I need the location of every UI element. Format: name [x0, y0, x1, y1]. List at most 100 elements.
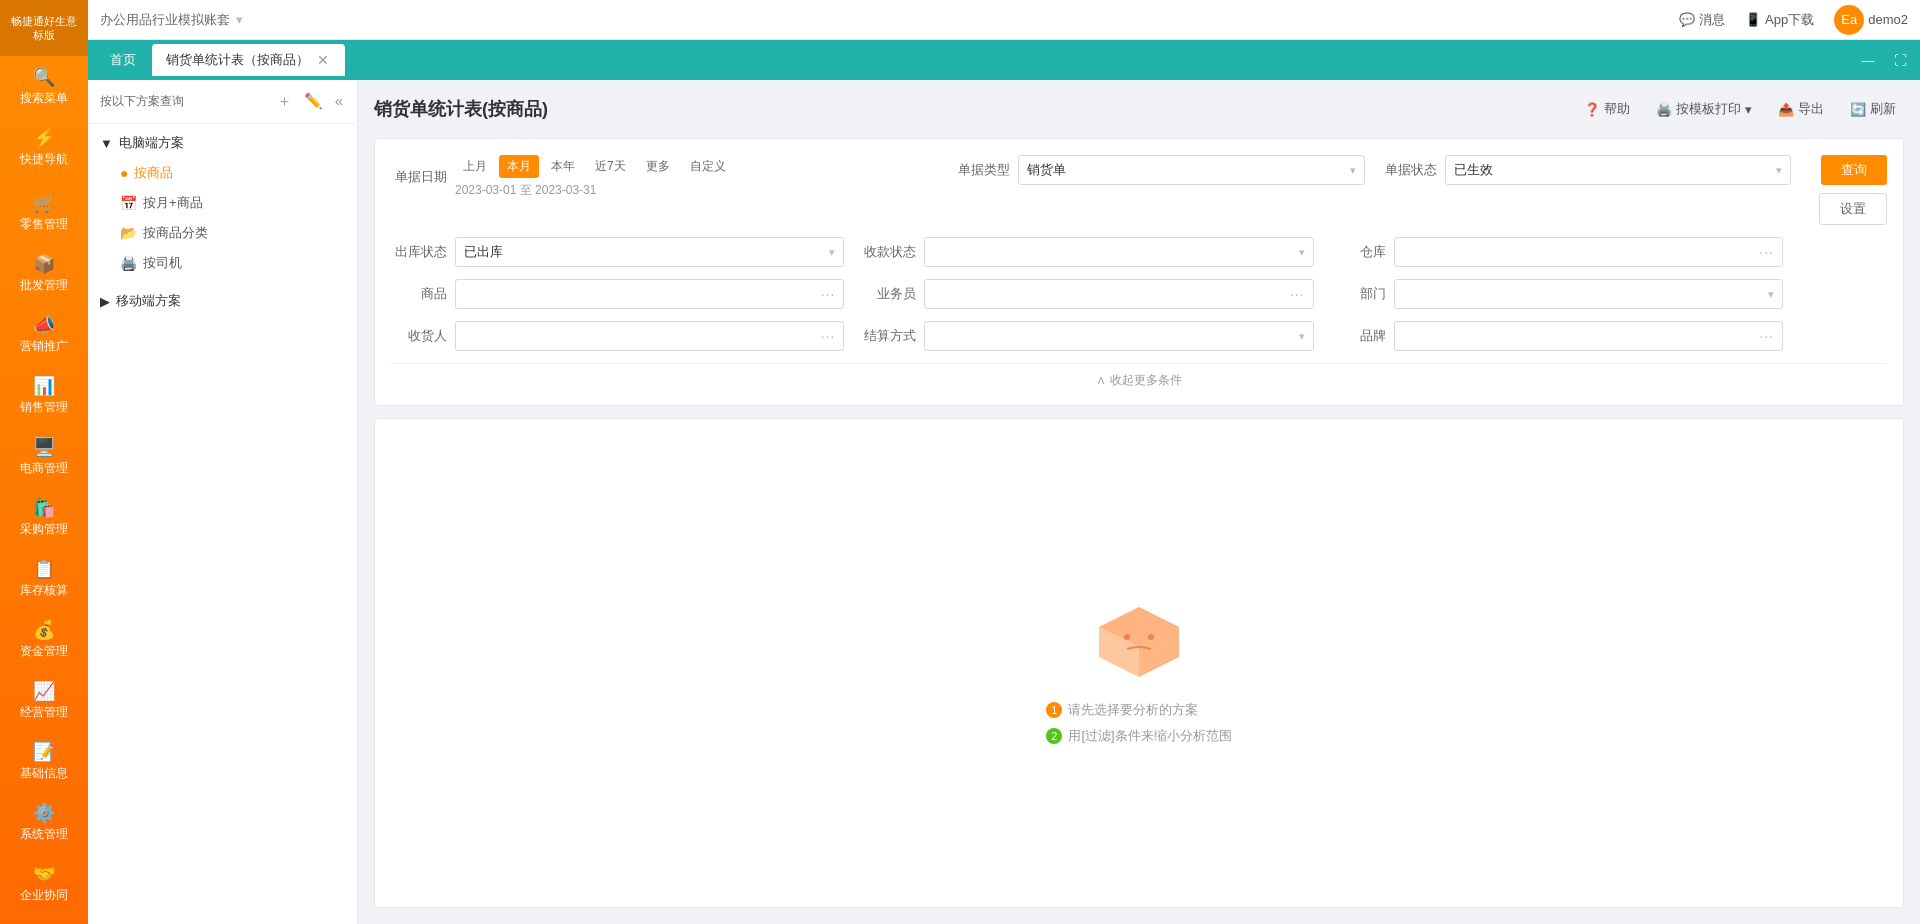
date-tab-last-month[interactable]: 上月 [455, 155, 495, 178]
payment-method-select[interactable]: ▾ [924, 321, 1313, 351]
date-range: 2023-03-01 至 2023-03-31 [455, 182, 938, 199]
recipient-select[interactable]: ··· [455, 321, 844, 351]
salesperson-select[interactable]: ··· [924, 279, 1313, 309]
mobile-section-label: 移动端方案 [116, 292, 181, 310]
product-select[interactable]: ··· [455, 279, 844, 309]
date-tab-more[interactable]: 更多 [638, 155, 678, 178]
page-title: 销货单统计表(按商品) [374, 97, 548, 121]
date-tab-7days[interactable]: 近7天 [587, 155, 634, 178]
tab-report[interactable]: 销货单统计表（按商品） ✕ [152, 44, 345, 76]
sidebar-item-ecommerce[interactable]: 🖥️ 电商管理 [0, 426, 88, 487]
tree-item-by-product[interactable]: ● 按商品 [88, 158, 357, 188]
help-btn[interactable]: ❓ 帮助 [1576, 96, 1638, 122]
sidebar-item-operation-label: 经营管理 [20, 704, 68, 721]
sidebar-item-operation[interactable]: 📈 经营管理 [0, 670, 88, 731]
empty-illustration [1079, 577, 1199, 677]
desktop-section-header[interactable]: ▼ 电脑端方案 [88, 128, 357, 158]
filter-item-date: 单据日期 上月 本月 本年 近7天 更多 自定义 2023-03-01 至 20… [391, 155, 938, 199]
export-label: 导出 [1798, 100, 1824, 118]
user-menu[interactable]: Ea demo2 [1834, 5, 1908, 35]
tab-report-label: 销货单统计表（按商品） [166, 51, 309, 69]
app-download-btn[interactable]: 📱 App下载 [1745, 11, 1814, 29]
filter-item-recipient: 收货人 ··· [391, 321, 844, 351]
date-tab-this-month[interactable]: 本月 [499, 155, 539, 178]
sidebar-item-enterprise[interactable]: 🤝 企业协同 [0, 853, 88, 914]
tree-item-by-month-product[interactable]: 📅 按月+商品 [88, 188, 357, 218]
sidebar-item-newbie[interactable]: 🎯 新手引导 [0, 914, 88, 924]
finance-icon: 💰 [33, 619, 55, 641]
salesperson-label: 业务员 [860, 285, 916, 303]
out-status-value: 已出库 [464, 243, 503, 261]
export-btn[interactable]: 📤 导出 [1770, 96, 1832, 122]
sidebar-item-basic-label: 基础信息 [20, 765, 68, 782]
doc-status-select[interactable]: 已生效 ▾ [1445, 155, 1791, 185]
sidebar-item-basic[interactable]: 📝 基础信息 [0, 731, 88, 792]
avatar: Ea [1834, 5, 1864, 35]
sidebar-item-marketing[interactable]: 📣 营销推广 [0, 304, 88, 365]
department-label: 部门 [1330, 285, 1386, 303]
messages-btn[interactable]: 💬 消息 [1679, 11, 1725, 29]
collapse-left-btn[interactable]: « [333, 90, 345, 113]
sidebar: 畅捷通好生意 标版 🔍 搜索菜单 ⚡ 快捷导航 🛒 零售管理 📦 批发管理 📣 … [0, 0, 88, 924]
department-select[interactable]: ▾ [1394, 279, 1783, 309]
warehouse-select[interactable]: ··· [1394, 237, 1783, 267]
date-tab-this-year[interactable]: 本年 [543, 155, 583, 178]
sidebar-item-search[interactable]: 🔍 搜索菜单 [0, 56, 88, 117]
query-btn[interactable]: 查询 [1821, 155, 1887, 185]
out-status-select[interactable]: 已出库 ▾ [455, 237, 844, 267]
tab-close-icon[interactable]: ✕ [315, 52, 331, 68]
right-panel: 销货单统计表(按商品) ❓ 帮助 🖨️ 按模板打印 ▾ 📤 导出 [358, 80, 1920, 924]
sidebar-item-retail[interactable]: 🛒 零售管理 [0, 182, 88, 243]
sidebar-item-purchase[interactable]: 🛍️ 采购管理 [0, 487, 88, 548]
username: demo2 [1868, 12, 1908, 27]
sidebar-item-inventory[interactable]: 📋 库存核算 [0, 548, 88, 609]
doc-status-label: 单据状态 [1381, 161, 1437, 179]
sidebar-item-search-label: 搜索菜单 [20, 90, 68, 107]
page-header: 销货单统计表(按商品) ❓ 帮助 🖨️ 按模板打印 ▾ 📤 导出 [374, 96, 1904, 122]
breadcrumb-arrow: ▾ [236, 12, 243, 27]
tab-home-label: 首页 [110, 51, 136, 69]
breadcrumb-text: 办公用品行业模拟账套 [100, 11, 230, 29]
settings-btn[interactable]: 设置 [1819, 193, 1887, 225]
collapse-bar[interactable]: ∧ 收起更多条件 [391, 363, 1887, 397]
brand-select[interactable]: ··· [1394, 321, 1783, 351]
desktop-arrow-icon: ▼ [100, 136, 113, 151]
print-btn[interactable]: 🖨️ 按模板打印 ▾ [1648, 96, 1760, 122]
sidebar-item-finance-label: 资金管理 [20, 643, 68, 660]
by-product-icon: ● [120, 165, 128, 181]
sidebar-item-system[interactable]: ⚙️ 系统管理 [0, 792, 88, 853]
logo: 畅捷通好生意 标版 [0, 0, 88, 56]
sidebar-item-wholesale-label: 批发管理 [20, 277, 68, 294]
mobile-section-header[interactable]: ▶ 移动端方案 [88, 286, 357, 316]
sidebar-item-quick[interactable]: ⚡ 快捷导航 [0, 117, 88, 178]
by-month-icon: 📅 [120, 195, 137, 211]
sidebar-item-finance[interactable]: 💰 资金管理 [0, 609, 88, 670]
tree-item-by-category-label: 按商品分类 [143, 224, 208, 242]
tip-num-2: 2 [1046, 728, 1062, 744]
left-panel: 按以下方案查询 ＋ ✏️ « ▼ 电脑端方案 ● 按商品 📅 [88, 80, 358, 924]
edit-scheme-btn[interactable]: ✏️ [302, 90, 325, 113]
refresh-btn[interactable]: 🔄 刷新 [1842, 96, 1904, 122]
empty-tip-2: 2 用[过滤]条件来缩小分析范围 [1046, 723, 1231, 749]
sidebar-item-sales[interactable]: 📊 销售管理 [0, 365, 88, 426]
topbar-right: 💬 消息 📱 App下载 Ea demo2 [1679, 5, 1908, 35]
add-scheme-btn[interactable]: ＋ [275, 90, 294, 113]
tree-item-by-cashier[interactable]: 🖨️ 按司机 [88, 248, 357, 278]
date-tab-custom[interactable]: 自定义 [682, 155, 734, 178]
by-cashier-icon: 🖨️ [120, 255, 137, 271]
left-panel-header: 按以下方案查询 ＋ ✏️ « [88, 80, 357, 124]
brand-label: 品牌 [1330, 327, 1386, 345]
filter-row-4: 收货人 ··· 结算方式 ▾ 品牌 [391, 321, 1887, 351]
recipient-label: 收货人 [391, 327, 447, 345]
doc-type-select[interactable]: 销货单 ▾ [1018, 155, 1364, 185]
tab-minimize-btn[interactable]: — [1856, 48, 1880, 72]
breadcrumb: 办公用品行业模拟账套 ▾ [100, 11, 1679, 29]
filter-row-3: 商品 ··· 业务员 ··· 部门 [391, 279, 1887, 309]
empty-tips: 1 请先选择要分析的方案 2 用[过滤]条件来缩小分析范围 [1046, 697, 1231, 749]
tab-maximize-btn[interactable]: ⛶ [1888, 48, 1912, 72]
sidebar-item-wholesale[interactable]: 📦 批发管理 [0, 243, 88, 304]
payment-status-select[interactable]: ▾ [924, 237, 1313, 267]
tree-item-by-category[interactable]: 📂 按商品分类 [88, 218, 357, 248]
purchase-icon: 🛍️ [33, 497, 55, 519]
tab-home[interactable]: 首页 [96, 44, 150, 76]
